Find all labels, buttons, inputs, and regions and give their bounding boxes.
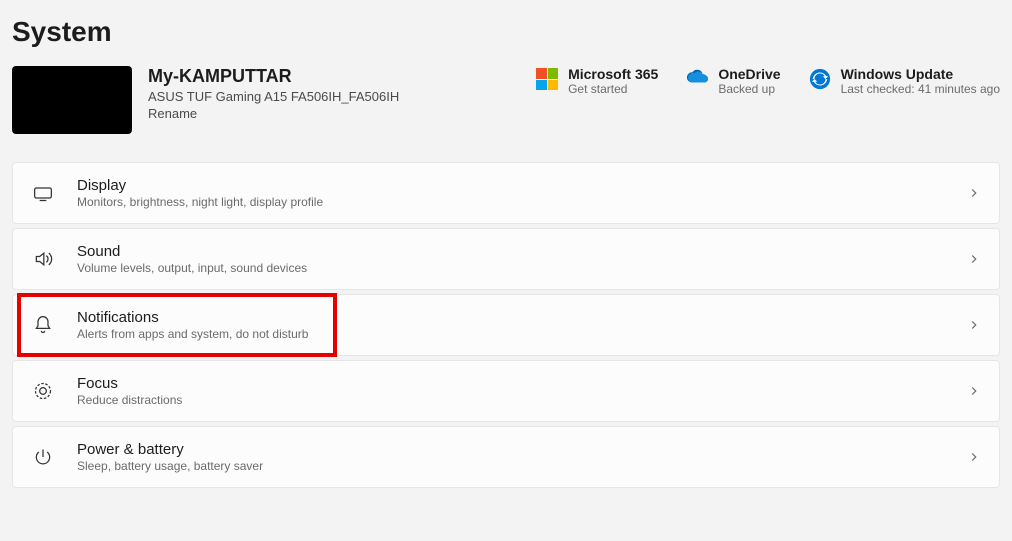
focus-icon bbox=[33, 381, 53, 401]
list-item-notifications[interactable]: Notifications Alerts from apps and syste… bbox=[12, 294, 1000, 356]
update-sync-icon bbox=[809, 68, 831, 90]
onedrive-tile[interactable]: OneDrive Backed up bbox=[686, 66, 780, 96]
list-item-focus[interactable]: Focus Reduce distractions bbox=[12, 360, 1000, 422]
device-image[interactable] bbox=[12, 66, 132, 134]
display-icon bbox=[33, 183, 53, 203]
chevron-right-icon bbox=[967, 186, 981, 200]
m365-title: Microsoft 365 bbox=[568, 66, 658, 82]
device-rename-link[interactable]: Rename bbox=[148, 106, 197, 121]
microsoft-365-tile[interactable]: Microsoft 365 Get started bbox=[536, 66, 658, 96]
item-title: Sound bbox=[77, 243, 967, 260]
chevron-right-icon bbox=[967, 384, 981, 398]
item-sub: Sleep, battery usage, battery saver bbox=[77, 459, 967, 473]
item-sub: Volume levels, output, input, sound devi… bbox=[77, 261, 967, 275]
item-title: Power & battery bbox=[77, 441, 967, 458]
item-sub: Monitors, brightness, night light, displ… bbox=[77, 195, 967, 209]
settings-list: Display Monitors, brightness, night ligh… bbox=[12, 162, 1000, 488]
chevron-right-icon bbox=[967, 450, 981, 464]
m365-sub: Get started bbox=[568, 82, 658, 96]
list-item-power[interactable]: Power & battery Sleep, battery usage, ba… bbox=[12, 426, 1000, 488]
windows-update-tile[interactable]: Windows Update Last checked: 41 minutes … bbox=[809, 66, 1000, 96]
device-block: My-KAMPUTTAR ASUS TUF Gaming A15 FA506IH… bbox=[12, 66, 520, 134]
update-sub: Last checked: 41 minutes ago bbox=[841, 82, 1000, 96]
onedrive-sub: Backed up bbox=[718, 82, 780, 96]
update-title: Windows Update bbox=[841, 66, 1000, 82]
page-title: System bbox=[12, 16, 1000, 48]
list-item-display[interactable]: Display Monitors, brightness, night ligh… bbox=[12, 162, 1000, 224]
device-info: My-KAMPUTTAR ASUS TUF Gaming A15 FA506IH… bbox=[148, 66, 399, 121]
device-model: ASUS TUF Gaming A15 FA506IH_FA506IH bbox=[148, 89, 399, 104]
item-title: Focus bbox=[77, 375, 967, 392]
onedrive-cloud-icon bbox=[686, 68, 708, 90]
onedrive-title: OneDrive bbox=[718, 66, 780, 82]
device-name: My-KAMPUTTAR bbox=[148, 66, 399, 87]
bell-icon bbox=[33, 315, 53, 335]
power-icon bbox=[33, 447, 53, 467]
system-header: My-KAMPUTTAR ASUS TUF Gaming A15 FA506IH… bbox=[12, 66, 1000, 134]
item-title: Notifications bbox=[77, 309, 967, 326]
item-title: Display bbox=[77, 177, 967, 194]
status-tiles: Microsoft 365 Get started OneDrive Backe… bbox=[536, 66, 1000, 96]
list-item-sound[interactable]: Sound Volume levels, output, input, soun… bbox=[12, 228, 1000, 290]
microsoft-logo-icon bbox=[536, 68, 558, 90]
sound-icon bbox=[33, 249, 53, 269]
item-sub: Reduce distractions bbox=[77, 393, 967, 407]
chevron-right-icon bbox=[967, 252, 981, 266]
chevron-right-icon bbox=[967, 318, 981, 332]
item-sub: Alerts from apps and system, do not dist… bbox=[77, 327, 967, 341]
